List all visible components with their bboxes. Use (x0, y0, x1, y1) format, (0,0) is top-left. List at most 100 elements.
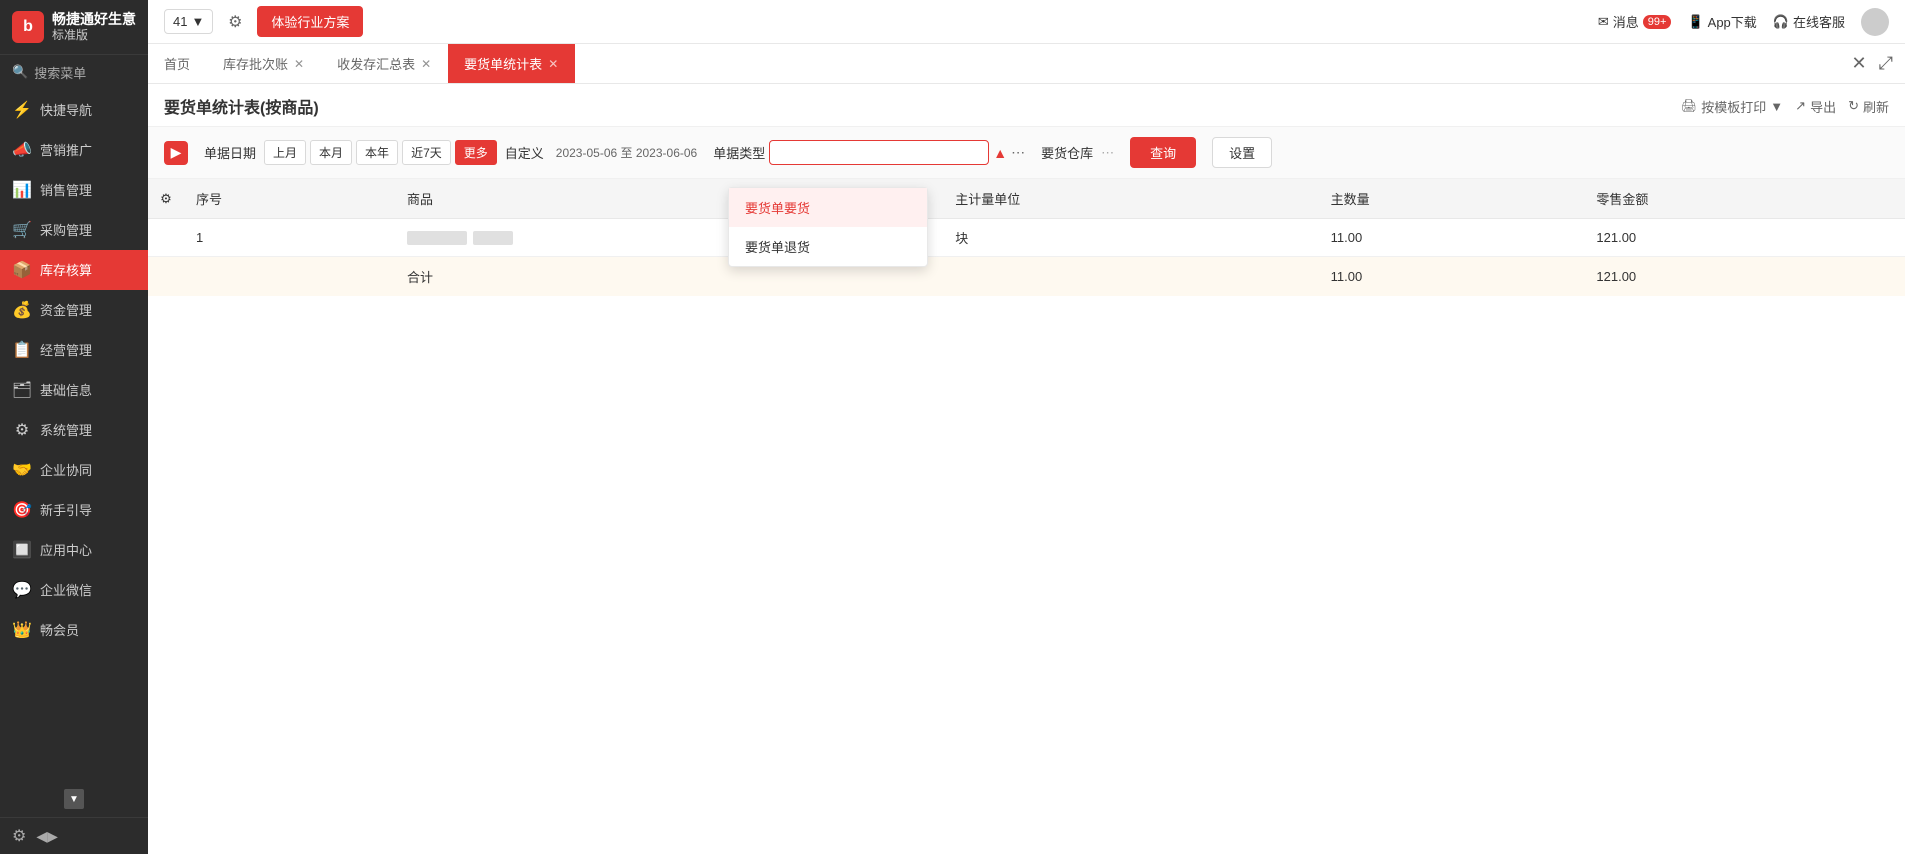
scroll-down-btn[interactable]: ▼ (64, 789, 84, 809)
row-amount-cell: 121.00 (1584, 219, 1905, 257)
print-dropdown-icon: ▼ (1770, 99, 1783, 114)
wechat-icon: 💬 (12, 580, 32, 600)
order-type-input[interactable] (769, 140, 989, 165)
sidebar-item-wechat[interactable]: 💬 企业微信 (0, 570, 148, 610)
sidebar-collapse-icon[interactable]: ◀▶ (36, 828, 58, 845)
table-header-unit: 主计量单位 (943, 179, 1318, 219)
tab-batch-account[interactable]: 库存批次账 ✕ (207, 44, 321, 83)
page-header: 要货单统计表(按商品) 🖨 按模板打印 ▼ ↗ 导出 ↻ 刷新 (148, 84, 1905, 127)
logo-text: 畅捷通好生意 标准版 (52, 10, 136, 44)
export-button[interactable]: ↗ 导出 (1795, 97, 1836, 116)
sales-icon: 📊 (12, 180, 32, 200)
tab-receive-summary[interactable]: 收发存汇总表 ✕ (321, 44, 448, 83)
sidebar-item-system[interactable]: ⚙ 系统管理 (0, 410, 148, 450)
footer-quantity-cell: 11.00 (1319, 257, 1585, 297)
refresh-icon: ↻ (1848, 98, 1859, 114)
tab-batch-account-close[interactable]: ✕ (294, 57, 304, 71)
dropdown-item-order-goods[interactable]: 要货单要货 (729, 188, 927, 227)
sidebar-item-enterprise[interactable]: 🤝 企业协同 (0, 450, 148, 490)
search-icon: 🔍 (12, 64, 28, 80)
system-icon: ⚙ (12, 420, 32, 440)
sidebar-item-app-center[interactable]: 🔲 应用中心 (0, 530, 148, 570)
store-dropdown-icon: ▼ (191, 14, 204, 29)
trial-button[interactable]: 体验行业方案 (257, 6, 363, 37)
table-header-row: ⚙ 序号 商品 主计量单位 主数量 零售金额 (148, 179, 1905, 219)
marketing-icon: 📣 (12, 140, 32, 160)
tabs-close-all-icon[interactable]: ✕ (1848, 53, 1871, 74)
tabs-maximize-icon[interactable]: ⤢ (1875, 53, 1897, 74)
logo-icon: b (12, 11, 44, 43)
finance-icon: 💰 (12, 300, 32, 320)
page-actions: 🖨 按模板打印 ▼ ↗ 导出 ↻ 刷新 (1681, 97, 1889, 116)
order-type-more[interactable]: ⋯ (1011, 144, 1025, 161)
online-service-icon: 🎧 (1773, 14, 1789, 30)
table-container: ⚙ 序号 商品 主计量单位 主数量 零售金额 1 (148, 179, 1905, 296)
user-avatar[interactable] (1861, 8, 1889, 36)
footer-empty-3 (943, 257, 1318, 297)
operations-icon: 📋 (12, 340, 32, 360)
sidebar-item-sales[interactable]: 📊 销售管理 (0, 170, 148, 210)
sidebar-item-inventory[interactable]: 📦 库存核算 (0, 250, 148, 290)
sidebar-item-purchase[interactable]: 🛒 采购管理 (0, 210, 148, 250)
sidebar-item-finance[interactable]: 💰 资金管理 (0, 290, 148, 330)
filter-settings-button[interactable]: 设置 (1212, 137, 1272, 168)
tab-home[interactable]: 首页 (148, 44, 207, 83)
tabs-bar: 首页 库存批次账 ✕ 收发存汇总表 ✕ 要货单统计表 ✕ ✕ ⤢ (148, 44, 1905, 84)
tab-receive-summary-close[interactable]: ✕ (421, 57, 431, 71)
store-selector[interactable]: 41 ▼ (164, 9, 213, 34)
table-footer-row: 合计 11.00 121.00 (148, 257, 1905, 297)
custom-label: 自定义 (505, 143, 544, 162)
sidebar-settings-icon[interactable]: ⚙ (12, 826, 26, 846)
date-btn-this-year[interactable]: 本年 (356, 140, 398, 165)
sidebar-search[interactable]: 🔍 搜索菜单 (0, 55, 148, 90)
date-btn-last-month[interactable]: 上月 (264, 140, 306, 165)
date-btn-more[interactable]: 更多 (455, 140, 497, 165)
tab-order-stats[interactable]: 要货单统计表 ✕ (448, 44, 575, 83)
row-quantity-cell: 11.00 (1319, 219, 1585, 257)
topbar-right: ✉ 消息 99+ 📱 App下载 🎧 在线客服 (1598, 8, 1889, 36)
row-unit-cell: 块 (943, 219, 1318, 257)
order-type-dropdown: 要货单要货 要货单退货 (728, 187, 928, 267)
dropdown-item-order-return[interactable]: 要货单退货 (729, 227, 927, 266)
messages-badge: 99+ (1643, 15, 1672, 29)
main-content: 41 ▼ ⚙ 体验行业方案 ✉ 消息 99+ 📱 App下载 🎧 在线客服 (148, 0, 1905, 854)
app-center-icon: 🔲 (12, 540, 32, 560)
sidebar-item-member[interactable]: 👑 畅会员 (0, 610, 148, 650)
topbar-gear-button[interactable]: ⚙ (221, 8, 249, 36)
product-placeholder-2 (473, 231, 513, 245)
data-table: ⚙ 序号 商品 主计量单位 主数量 零售金额 1 (148, 179, 1905, 296)
sidebar-item-marketing[interactable]: 📣 营销推广 (0, 130, 148, 170)
refresh-button[interactable]: ↻ 刷新 (1848, 97, 1889, 116)
sidebar-item-operations[interactable]: 📋 经营管理 (0, 330, 148, 370)
sidebar-item-base-info[interactable]: 🗂 基础信息 (0, 370, 148, 410)
query-button[interactable]: 查询 (1130, 137, 1196, 168)
warehouse-filter-group: 要货仓库 ⋯ (1041, 143, 1114, 162)
date-buttons: 上月 本月 本年 近7天 更多 (264, 140, 497, 165)
messages-icon: ✉ (1598, 14, 1609, 30)
online-service-button[interactable]: 🎧 在线客服 (1773, 12, 1845, 31)
messages-button[interactable]: ✉ 消息 99+ (1598, 12, 1672, 31)
tab-order-stats-close[interactable]: ✕ (548, 57, 558, 71)
sidebar-bottom: ⚙ ◀▶ (0, 817, 148, 854)
filter-expand-button[interactable]: ▶ (164, 141, 188, 165)
row-no-cell: 1 (184, 219, 395, 257)
sidebar-item-quick-nav[interactable]: ⚡ 快捷导航 (0, 90, 148, 130)
table-header-no: 序号 (184, 179, 395, 219)
date-btn-this-month[interactable]: 本月 (310, 140, 352, 165)
print-template-button[interactable]: 🖨 按模板打印 ▼ (1681, 97, 1783, 116)
table-header-amount: 零售金额 (1584, 179, 1905, 219)
warehouse-more[interactable]: ⋯ (1101, 145, 1114, 161)
inventory-icon: 📦 (12, 260, 32, 280)
order-type-label: 单据类型 (713, 143, 765, 162)
table-settings-icon[interactable]: ⚙ (160, 191, 172, 206)
date-btn-last-7days[interactable]: 近7天 (402, 140, 451, 165)
page-content: 要货单统计表(按商品) 🖨 按模板打印 ▼ ↗ 导出 ↻ 刷新 (148, 84, 1905, 854)
order-type-chevron-up[interactable]: ▲ (993, 145, 1007, 161)
app-download-button[interactable]: 📱 App下载 (1687, 12, 1756, 31)
date-filter-label: 单据日期 (204, 143, 256, 162)
guide-icon: 🎯 (12, 500, 32, 520)
topbar: 41 ▼ ⚙ 体验行业方案 ✉ 消息 99+ 📱 App下载 🎧 在线客服 (148, 0, 1905, 44)
table-header-settings[interactable]: ⚙ (148, 179, 184, 219)
sidebar-item-guide[interactable]: 🎯 新手引导 (0, 490, 148, 530)
date-filter-group: 单据日期 上月 本月 本年 近7天 更多 自定义 2023-05-06 至 20… (204, 140, 697, 165)
